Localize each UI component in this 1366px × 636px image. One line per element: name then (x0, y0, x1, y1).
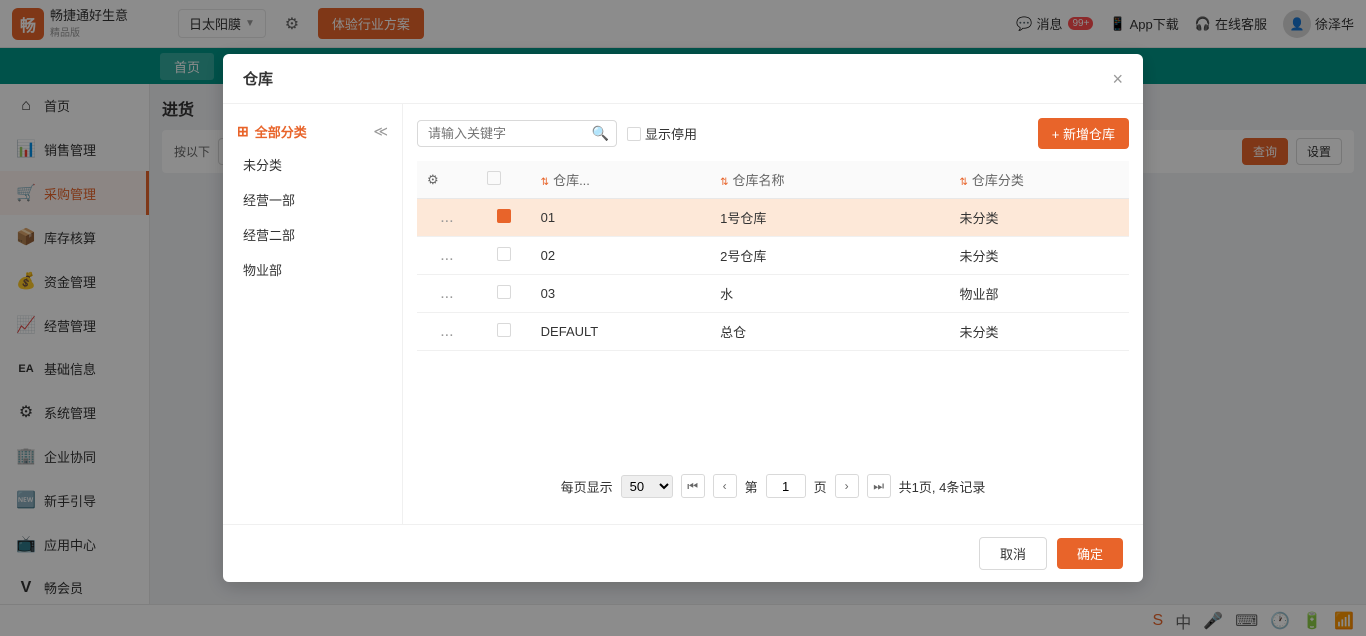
page-unit: 页 (814, 477, 827, 496)
col-header-gear: ⚙ (417, 161, 477, 199)
next-page-button[interactable]: › (835, 474, 859, 498)
row-dots-button-2[interactable]: ... (440, 285, 453, 302)
row-actions-2: ... (417, 275, 477, 313)
sort-icon-code: ⇅ (541, 177, 549, 188)
row-category-3: 未分类 (949, 313, 1129, 351)
col-header-code: ⇅仓库... (531, 161, 710, 199)
add-warehouse-button[interactable]: + 新增仓库 (1038, 118, 1129, 149)
modal-footer: 取消 确定 (223, 524, 1143, 582)
row-category-1: 未分类 (949, 237, 1129, 275)
category-panel: ⊞ 全部分类 ≪ 未分类 经营一部 经营二部 物业部 (223, 104, 403, 524)
row-dots-button-3[interactable]: ... (440, 323, 453, 340)
first-page-button[interactable]: ⏮ (681, 474, 705, 498)
category-collapse-button[interactable]: ≪ (373, 123, 388, 140)
category-item-3[interactable]: 物业部 (223, 252, 402, 287)
row-checkbox-3[interactable] (497, 323, 511, 337)
row-actions-3: ... (417, 313, 477, 351)
category-item-1[interactable]: 经营一部 (223, 182, 402, 217)
row-name-2: 水 (710, 275, 949, 313)
header-checkbox[interactable] (487, 171, 501, 185)
sort-icon-name: ⇅ (720, 177, 728, 188)
pagination: 每页显示 50 20 100 ⏮ ‹ 第 页 › ⏭ 共1页, 4条记录 (417, 462, 1129, 510)
show-disabled-checkbox[interactable] (627, 127, 641, 141)
search-icon: 🔍 (592, 125, 609, 142)
row-category-2: 物业部 (949, 275, 1129, 313)
row-name-1: 2号仓库 (710, 237, 949, 275)
confirm-button[interactable]: 确定 (1057, 538, 1123, 569)
table-row[interactable]: ... 01 1号仓库 未分类 (417, 199, 1129, 237)
page-input[interactable] (766, 474, 806, 498)
search-input-wrap: 🔍 (417, 120, 617, 147)
row-dots-button-0[interactable]: ... (440, 209, 453, 226)
category-header: ⊞ 全部分类 ≪ (223, 116, 402, 147)
table-panel: 🔍 显示停用 + 新增仓库 ⚙ ⇅仓库.. (403, 104, 1143, 524)
col-header-check (477, 161, 531, 199)
col-header-category: ⇅仓库分类 (949, 161, 1129, 199)
sort-icon-cat: ⇅ (959, 177, 967, 188)
page-label: 第 (745, 477, 758, 496)
show-disabled-text: 显示停用 (645, 124, 697, 143)
row-dots-button-1[interactable]: ... (440, 247, 453, 264)
row-code-0: 01 (531, 199, 710, 237)
per-page-label: 每页显示 (561, 477, 613, 496)
table-toolbar: 🔍 显示停用 + 新增仓库 (417, 118, 1129, 149)
col-header-name: ⇅仓库名称 (710, 161, 949, 199)
modal-body: ⊞ 全部分类 ≪ 未分类 经营一部 经营二部 物业部 🔍 显示停用 (223, 104, 1143, 524)
search-input[interactable] (417, 120, 617, 147)
show-disabled-label[interactable]: 显示停用 (627, 124, 697, 143)
modal-title: 仓库 (243, 68, 273, 89)
modal-close-button[interactable]: × (1112, 70, 1123, 88)
row-name-3: 总仓 (710, 313, 949, 351)
table-row[interactable]: ... 03 水 物业部 (417, 275, 1129, 313)
row-check-1[interactable] (477, 237, 531, 275)
per-page-select[interactable]: 50 20 100 (621, 475, 673, 498)
row-code-1: 02 (531, 237, 710, 275)
grid-icon: ⊞ (237, 123, 249, 140)
row-check-0[interactable] (477, 199, 531, 237)
cancel-button[interactable]: 取消 (979, 537, 1047, 570)
category-all-label: 全部分类 (255, 122, 307, 141)
row-code-2: 03 (531, 275, 710, 313)
row-check-2[interactable] (477, 275, 531, 313)
warehouse-table: ⚙ ⇅仓库... ⇅仓库名称 ⇅仓库分类 (417, 161, 1129, 351)
total-info: 共1页, 4条记录 (899, 477, 986, 496)
row-checkbox-2[interactable] (497, 285, 511, 299)
prev-page-button[interactable]: ‹ (713, 474, 737, 498)
table-header-row: ⚙ ⇅仓库... ⇅仓库名称 ⇅仓库分类 (417, 161, 1129, 199)
row-actions-0: ... (417, 199, 477, 237)
category-all[interactable]: ⊞ 全部分类 (237, 122, 307, 141)
row-actions-1: ... (417, 237, 477, 275)
category-item-0[interactable]: 未分类 (223, 147, 402, 182)
row-checkbox-0[interactable] (497, 209, 511, 223)
table-row[interactable]: ... 02 2号仓库 未分类 (417, 237, 1129, 275)
row-code-3: DEFAULT (531, 313, 710, 351)
row-category-0: 未分类 (949, 199, 1129, 237)
row-checkbox-1[interactable] (497, 247, 511, 261)
modal-header: 仓库 × (223, 54, 1143, 104)
warehouse-modal: 仓库 × ⊞ 全部分类 ≪ 未分类 经营一部 经营二部 物业部 (223, 54, 1143, 582)
row-check-3[interactable] (477, 313, 531, 351)
row-name-0: 1号仓库 (710, 199, 949, 237)
last-page-button[interactable]: ⏭ (867, 474, 891, 498)
category-item-2[interactable]: 经营二部 (223, 217, 402, 252)
table-row[interactable]: ... DEFAULT 总仓 未分类 (417, 313, 1129, 351)
